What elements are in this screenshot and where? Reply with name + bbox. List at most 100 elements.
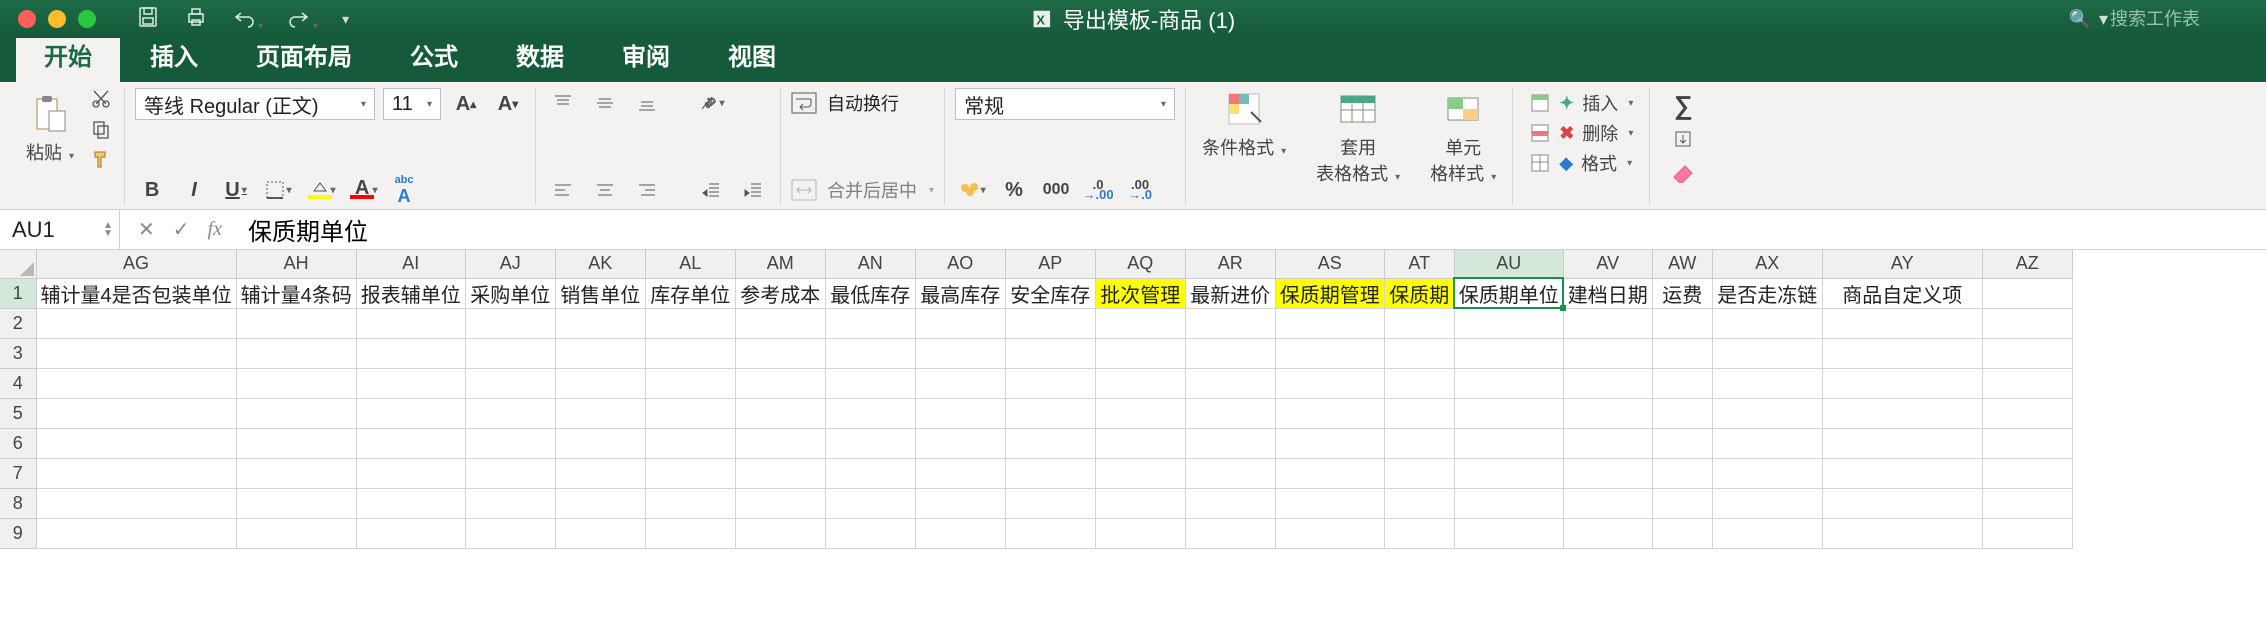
cell-AJ3[interactable]: [465, 338, 555, 368]
cell-AZ5[interactable]: [1982, 398, 2072, 428]
column-header-AK[interactable]: AK: [555, 250, 645, 278]
cell-AX5[interactable]: [1712, 398, 1822, 428]
cell-AZ9[interactable]: [1982, 518, 2072, 548]
cell-AK5[interactable]: [555, 398, 645, 428]
cut-icon[interactable]: [88, 88, 114, 110]
cell-AW7[interactable]: [1652, 458, 1712, 488]
number-format-select[interactable]: 常规▾: [955, 88, 1175, 120]
redo-icon[interactable]: ▾: [287, 5, 318, 34]
cell-AP4[interactable]: [1005, 368, 1095, 398]
cell-AP3[interactable]: [1005, 338, 1095, 368]
cell-AH6[interactable]: [236, 428, 356, 458]
cell-AM3[interactable]: [735, 338, 825, 368]
undo-icon[interactable]: ▾: [232, 5, 263, 34]
cell-AZ4[interactable]: [1982, 368, 2072, 398]
copy-icon[interactable]: [88, 118, 114, 140]
font-name-select[interactable]: 等线 Regular (正文)▾: [135, 88, 375, 120]
cell-AP2[interactable]: [1005, 308, 1095, 338]
row-header-8[interactable]: 8: [0, 488, 36, 518]
name-box[interactable]: AU1 ▲▼: [0, 210, 120, 249]
phonetic-button[interactable]: abcA: [387, 175, 421, 205]
cell-AZ3[interactable]: [1982, 338, 2072, 368]
decrease-indent-icon[interactable]: [694, 175, 728, 205]
cell-AO5[interactable]: [915, 398, 1005, 428]
cell-AV8[interactable]: [1563, 488, 1652, 518]
column-header-AH[interactable]: AH: [236, 250, 356, 278]
cell-AH7[interactable]: [236, 458, 356, 488]
cell-AV1[interactable]: 建档日期: [1563, 278, 1652, 308]
cell-AR6[interactable]: [1185, 428, 1275, 458]
cell-AO8[interactable]: [915, 488, 1005, 518]
cell-AL4[interactable]: [645, 368, 735, 398]
cell-AS7[interactable]: [1275, 458, 1384, 488]
cell-AO7[interactable]: [915, 458, 1005, 488]
cell-AR1[interactable]: 最新进价: [1185, 278, 1275, 308]
cell-AN7[interactable]: [825, 458, 915, 488]
select-all-corner[interactable]: [0, 250, 36, 278]
cell-AU2[interactable]: [1454, 308, 1563, 338]
column-header-AI[interactable]: AI: [356, 250, 465, 278]
cell-AU3[interactable]: [1454, 338, 1563, 368]
cell-AZ7[interactable]: [1982, 458, 2072, 488]
cell-AT1[interactable]: 保质期: [1384, 278, 1454, 308]
cell-AU6[interactable]: [1454, 428, 1563, 458]
bold-button[interactable]: B: [135, 175, 169, 205]
cell-AY6[interactable]: [1822, 428, 1982, 458]
cell-AL8[interactable]: [645, 488, 735, 518]
cell-AQ7[interactable]: [1095, 458, 1185, 488]
font-color-button[interactable]: A▾: [345, 175, 379, 205]
cell-AS1[interactable]: 保质期管理: [1275, 278, 1384, 308]
minimize-window-button[interactable]: [48, 10, 66, 28]
cell-AJ7[interactable]: [465, 458, 555, 488]
cell-AT2[interactable]: [1384, 308, 1454, 338]
cell-AJ8[interactable]: [465, 488, 555, 518]
cell-AL9[interactable]: [645, 518, 735, 548]
cell-AR5[interactable]: [1185, 398, 1275, 428]
cell-AO4[interactable]: [915, 368, 1005, 398]
cell-AV3[interactable]: [1563, 338, 1652, 368]
cell-AT8[interactable]: [1384, 488, 1454, 518]
cell-AH1[interactable]: 辅计量4条码: [236, 278, 356, 308]
row-header-4[interactable]: 4: [0, 368, 36, 398]
column-header-AQ[interactable]: AQ: [1095, 250, 1185, 278]
cell-AI9[interactable]: [356, 518, 465, 548]
align-bottom-icon[interactable]: [630, 88, 664, 118]
cell-AO2[interactable]: [915, 308, 1005, 338]
column-header-AO[interactable]: AO: [915, 250, 1005, 278]
cell-AU7[interactable]: [1454, 458, 1563, 488]
row-header-1[interactable]: 1: [0, 278, 36, 308]
cell-AU1[interactable]: 保质期单位: [1454, 278, 1563, 308]
cell-AW6[interactable]: [1652, 428, 1712, 458]
cell-AL5[interactable]: [645, 398, 735, 428]
cell-AN2[interactable]: [825, 308, 915, 338]
formula-input[interactable]: [240, 216, 2266, 244]
cell-AI3[interactable]: [356, 338, 465, 368]
cell-AI2[interactable]: [356, 308, 465, 338]
cell-AK9[interactable]: [555, 518, 645, 548]
percent-icon[interactable]: %: [997, 175, 1031, 205]
cell-AK1[interactable]: 销售单位: [555, 278, 645, 308]
column-header-AG[interactable]: AG: [36, 250, 236, 278]
cell-AX8[interactable]: [1712, 488, 1822, 518]
cell-AR8[interactable]: [1185, 488, 1275, 518]
row-header-6[interactable]: 6: [0, 428, 36, 458]
paste-button[interactable]: 粘贴 ▾: [20, 93, 80, 165]
align-top-icon[interactable]: [546, 88, 580, 118]
currency-icon[interactable]: ▾: [955, 175, 989, 205]
delete-cells-button[interactable]: ✖删除▾: [1529, 120, 1633, 146]
column-header-AL[interactable]: AL: [645, 250, 735, 278]
cell-AT4[interactable]: [1384, 368, 1454, 398]
cell-AV4[interactable]: [1563, 368, 1652, 398]
cell-AI4[interactable]: [356, 368, 465, 398]
spreadsheet-grid[interactable]: AGAHAIAJAKALAMANAOAPAQARASATAUAVAWAXAYAZ…: [0, 250, 2266, 549]
cell-AX7[interactable]: [1712, 458, 1822, 488]
cell-AO6[interactable]: [915, 428, 1005, 458]
cell-AO3[interactable]: [915, 338, 1005, 368]
clear-icon[interactable]: [1666, 158, 1700, 188]
cell-AP6[interactable]: [1005, 428, 1095, 458]
decrease-font-icon[interactable]: A▾: [491, 89, 525, 119]
row-header-3[interactable]: 3: [0, 338, 36, 368]
cell-AJ6[interactable]: [465, 428, 555, 458]
cell-AX4[interactable]: [1712, 368, 1822, 398]
cell-AN8[interactable]: [825, 488, 915, 518]
